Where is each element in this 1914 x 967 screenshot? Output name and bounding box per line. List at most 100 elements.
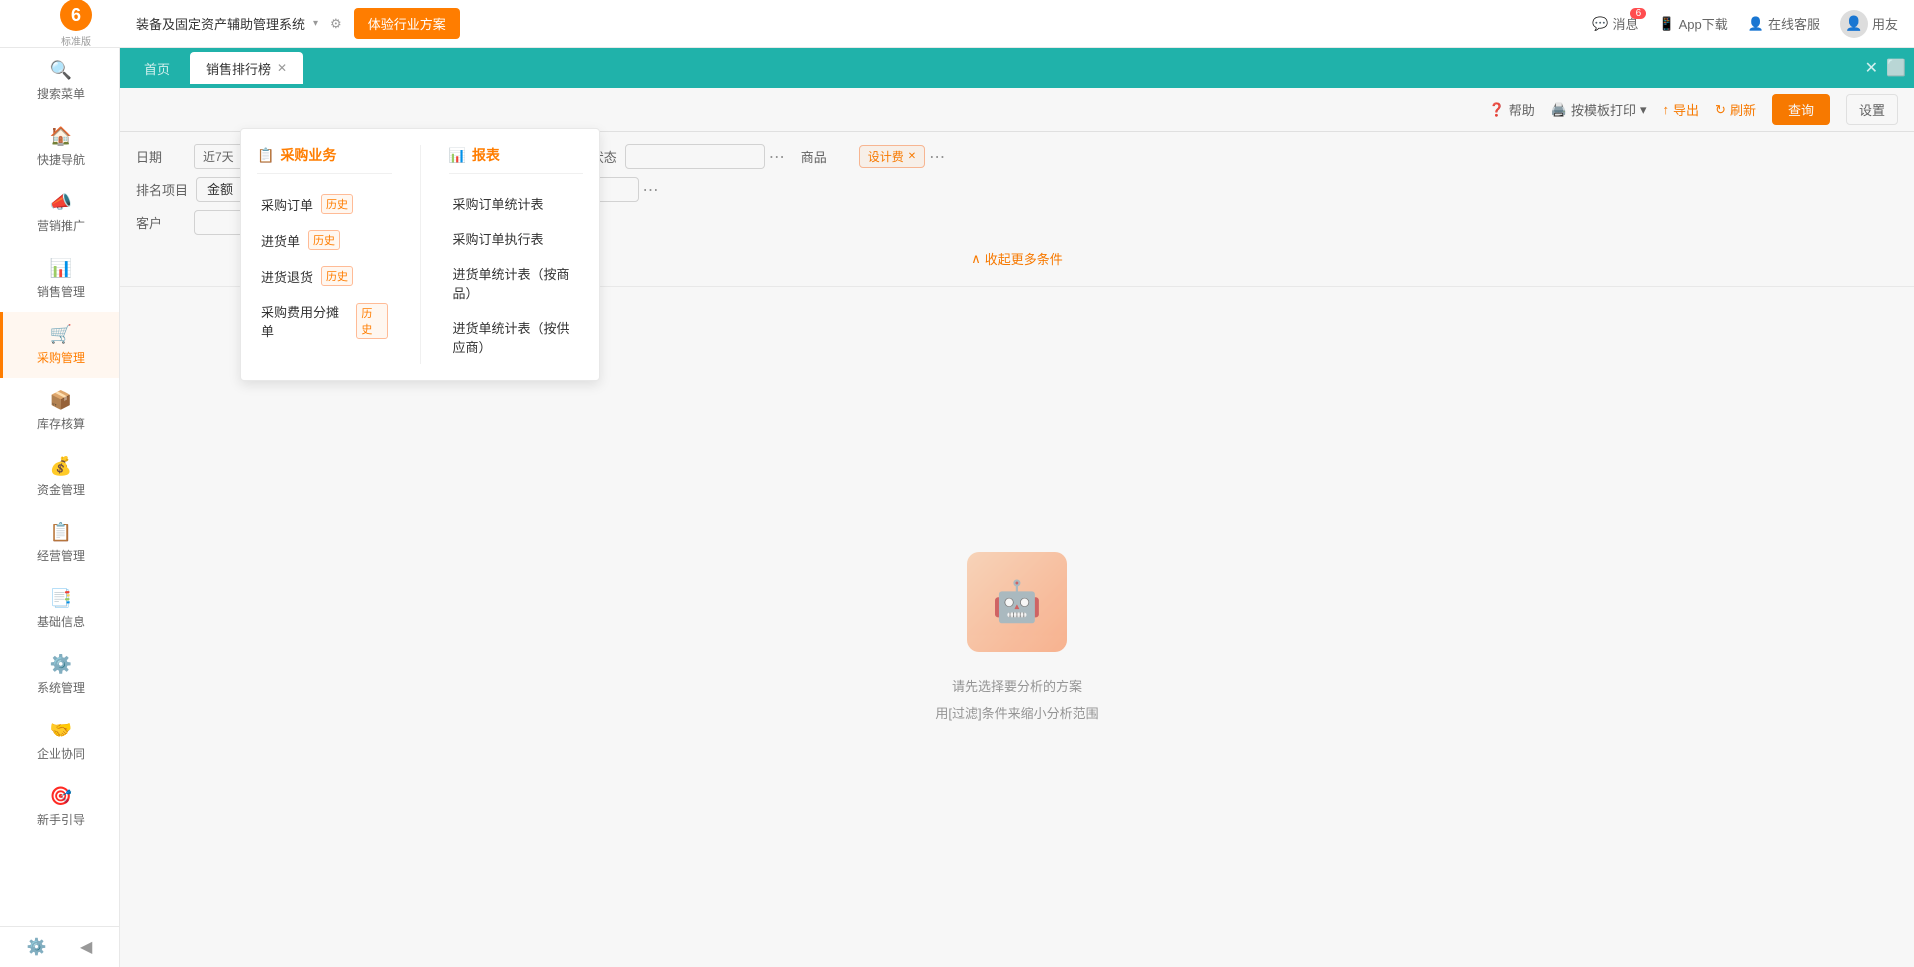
dropdown-item-purchase-order[interactable]: 采购订单 历史 <box>257 186 392 222</box>
logo-area: 6 标准版 <box>16 0 136 48</box>
main-layout: 🔍 搜索菜单 🏠 快捷导航 📣 营销推广 📊 销售管理 🛒 采购管理 📦 库存核… <box>0 48 1914 967</box>
sidebar-item-finance-label: 资金管理 <box>37 481 85 498</box>
purchase-col: 📋 采购业务 采购订单 历史 进货单 历史 进货退货 <box>257 145 392 364</box>
marketing-icon: 📣 <box>50 192 72 213</box>
tab-bar: 首页 销售排行榜 ✕ ✕ ⬜ <box>120 48 1914 88</box>
purchase-icon: 🛒 <box>50 324 72 345</box>
sidebar-item-enterprise[interactable]: 🤝 企业协同 <box>0 708 119 774</box>
operations-icon: 📋 <box>50 522 72 543</box>
tab-close-icon[interactable]: ✕ <box>277 61 287 75</box>
sidebar-item-marketing[interactable]: 📣 营销推广 <box>0 180 119 246</box>
return-label: 进货退货 <box>261 267 313 286</box>
tab-home[interactable]: 首页 <box>128 52 186 84</box>
tab-home-label: 首页 <box>144 59 170 78</box>
report-col-label: 报表 <box>472 145 500 165</box>
sidebar: 🔍 搜索菜单 🏠 快捷导航 📣 营销推广 📊 销售管理 🛒 采购管理 📦 库存核… <box>0 48 120 967</box>
app-label: App下载 <box>1679 14 1728 33</box>
finance-icon: 💰 <box>50 456 72 477</box>
col-divider <box>420 145 421 364</box>
sidebar-item-navigation[interactable]: 🏠 快捷导航 <box>0 114 119 180</box>
sidebar-item-basicinfo-label: 基础信息 <box>37 613 85 630</box>
sidebar-item-search-label: 搜索菜单 <box>37 85 85 102</box>
enterprise-icon: 🤝 <box>50 720 72 741</box>
purchase-col-icon: 📋 <box>257 147 274 164</box>
sidebar-item-guide[interactable]: 🎯 新手引导 <box>0 774 119 840</box>
sales-icon: 📊 <box>50 258 72 279</box>
avatar: 👤 <box>1840 10 1868 38</box>
sidebar-item-operations[interactable]: 📋 经营管理 <box>0 510 119 576</box>
purchase-order-history: 历史 <box>321 194 353 214</box>
sidebar-item-enterprise-label: 企业协同 <box>37 745 85 762</box>
home-icon: 🏠 <box>50 126 72 147</box>
purchase-col-title: 📋 采购业务 <box>257 145 392 174</box>
app-icon: 📱 <box>1658 16 1674 32</box>
page-content: ❓ 帮助 🖨️ 按模板打印 ▾ ↑ 导出 ↻ 刷新 查询 设置 <box>120 88 1914 967</box>
sidebar-settings-btn[interactable]: ⚙️ <box>27 937 47 957</box>
header-right: 💬 消息 6 📱 App下载 👤 在线客服 👤 用友 <box>1592 10 1898 38</box>
sidebar-item-search[interactable]: 🔍 搜索菜单 <box>0 48 119 114</box>
incoming-label: 进货单 <box>261 231 300 250</box>
sidebar-item-operations-label: 经营管理 <box>37 547 85 564</box>
dropdown-item-incoming-stats-goods[interactable]: 进货单统计表（按商品） <box>449 256 584 310</box>
sidebar-bottom: ⚙️ ◀ <box>0 926 119 967</box>
support-label: 在线客服 <box>1768 14 1820 33</box>
return-history: 历史 <box>321 266 353 286</box>
expense-history: 历史 <box>356 303 387 339</box>
system-dropdown-arrow[interactable]: ▾ <box>313 18 318 29</box>
dropdown-menu: 📋 采购业务 采购订单 历史 进货单 历史 进货退货 <box>240 128 600 381</box>
logo-subtitle: 标准版 <box>61 33 91 48</box>
dropdown-item-expense[interactable]: 采购费用分摊单 历史 <box>257 294 392 348</box>
report-col: 📊 报表 采购订单统计表 采购订单执行表 进货单统计表（按商品） <box>449 145 584 364</box>
sidebar-item-sysmanage[interactable]: ⚙️ 系统管理 <box>0 642 119 708</box>
header-user[interactable]: 👤 用友 <box>1840 10 1898 38</box>
dropdown-item-order-exec[interactable]: 采购订单执行表 <box>449 221 584 256</box>
dropdown-columns: 📋 采购业务 采购订单 历史 进货单 历史 进货退货 <box>257 145 583 364</box>
sidebar-item-purchase[interactable]: 🛒 采购管理 <box>0 312 119 378</box>
industry-btn[interactable]: 体验行业方案 <box>354 8 460 39</box>
sidebar-item-navigation-label: 快捷导航 <box>37 151 85 168</box>
guide-icon: 🎯 <box>50 786 72 807</box>
sidebar-item-purchase-label: 采购管理 <box>37 349 85 366</box>
sidebar-item-inventory[interactable]: 📦 库存核算 <box>0 378 119 444</box>
sidebar-item-basicinfo[interactable]: 📑 基础信息 <box>0 576 119 642</box>
header-support[interactable]: 👤 在线客服 <box>1748 14 1820 33</box>
header-message[interactable]: 💬 消息 6 <box>1592 14 1638 33</box>
basicinfo-icon: 📑 <box>50 588 72 609</box>
incoming-stats-supplier-label: 进货单统计表（按供应商） <box>453 318 580 356</box>
message-badge: 6 <box>1630 8 1646 19</box>
message-icon: 💬 <box>1592 16 1608 32</box>
tab-close-all-btn[interactable]: ✕ <box>1865 58 1878 78</box>
dropdown-item-order-stats[interactable]: 采购订单统计表 <box>449 186 584 221</box>
sidebar-item-sysmanage-label: 系统管理 <box>37 679 85 696</box>
user-label: 用友 <box>1872 14 1898 33</box>
tab-sales-ranking[interactable]: 销售排行榜 ✕ <box>190 52 303 84</box>
sidebar-item-marketing-label: 营销推广 <box>37 217 85 234</box>
header-appdownload[interactable]: 📱 App下载 <box>1658 14 1727 33</box>
expense-label: 采购费用分摊单 <box>261 302 348 340</box>
system-title-area: 装备及固定资产辅助管理系统 ▾ ⚙ <box>136 14 342 33</box>
support-icon: 👤 <box>1748 16 1764 32</box>
sidebar-item-finance[interactable]: 💰 资金管理 <box>0 444 119 510</box>
order-stats-label: 采购订单统计表 <box>453 194 544 213</box>
tab-maximize-btn[interactable]: ⬜ <box>1886 58 1906 78</box>
incoming-history: 历史 <box>308 230 340 250</box>
sidebar-item-guide-label: 新手引导 <box>37 811 85 828</box>
sidebar-item-inventory-label: 库存核算 <box>37 415 85 432</box>
sysmanage-icon: ⚙️ <box>50 654 72 675</box>
dropdown-item-incoming[interactable]: 进货单 历史 <box>257 222 392 258</box>
report-col-icon: 📊 <box>449 147 466 164</box>
purchase-order-label: 采购订单 <box>261 195 313 214</box>
report-col-title: 📊 报表 <box>449 145 584 174</box>
logo-icon: 6 <box>60 0 92 31</box>
purchase-col-label: 采购业务 <box>280 145 336 165</box>
sidebar-item-sales[interactable]: 📊 销售管理 <box>0 246 119 312</box>
content-area: 首页 销售排行榜 ✕ ✕ ⬜ ❓ 帮助 🖨️ 按模板打印 <box>120 48 1914 967</box>
dropdown-item-return[interactable]: 进货退货 历史 <box>257 258 392 294</box>
sidebar-item-sales-label: 销售管理 <box>37 283 85 300</box>
system-title: 装备及固定资产辅助管理系统 <box>136 14 305 33</box>
dropdown-item-incoming-stats-supplier[interactable]: 进货单统计表（按供应商） <box>449 310 584 364</box>
incoming-stats-goods-label: 进货单统计表（按商品） <box>453 264 580 302</box>
sidebar-collapse-btn[interactable]: ◀ <box>80 937 92 957</box>
system-settings-icon[interactable]: ⚙ <box>330 16 342 32</box>
tab-sales-ranking-label: 销售排行榜 <box>206 59 271 78</box>
